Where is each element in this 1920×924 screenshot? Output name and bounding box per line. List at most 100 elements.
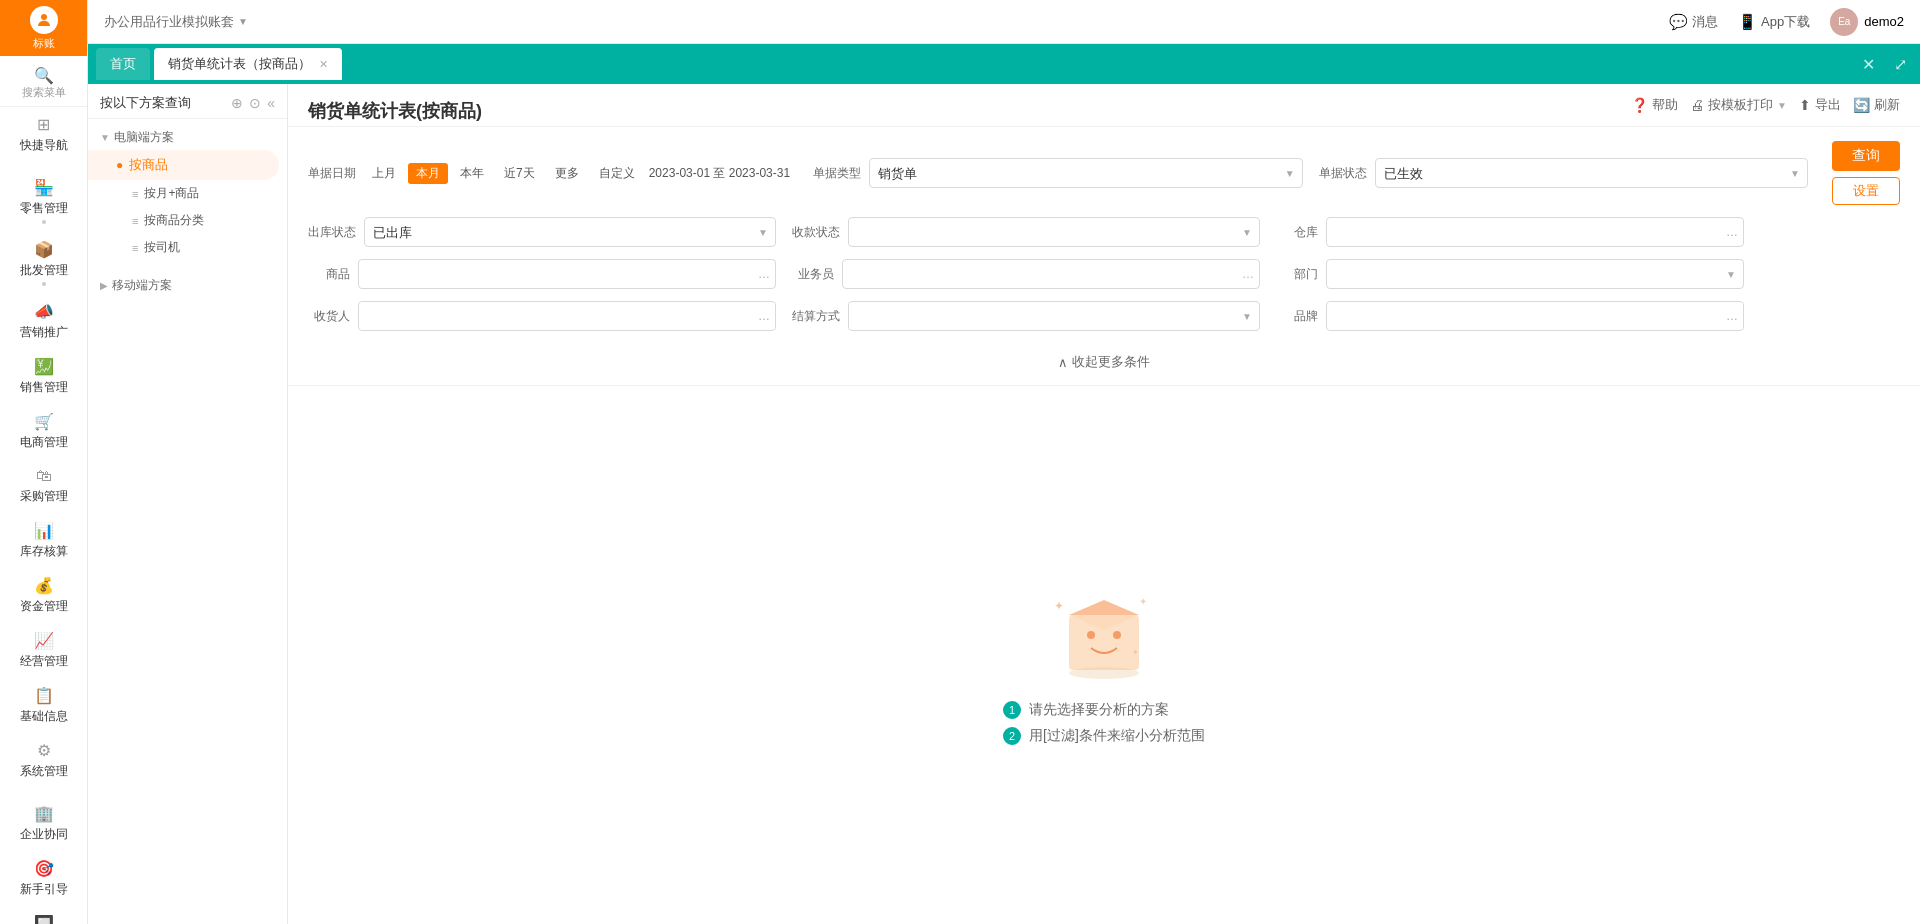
tip-text-1: 请先选择要分析的方案 — [1029, 701, 1169, 719]
tree-node-by-category[interactable]: ≡ 按商品分类 — [88, 207, 279, 234]
filter-row-2: 出库状态 已出库 ▼ 收款状态 — [308, 217, 1900, 247]
date-tab-custom[interactable]: 自定义 — [591, 163, 643, 184]
page-header-actions: ❓ 帮助 🖨 按模板打印 ▼ ⬆ 导出 🔄 刷新 — [1631, 96, 1900, 126]
refresh-icon: 🔄 — [1853, 97, 1870, 113]
filter-row-3: 商品 … 业务员 … 部门 — [308, 259, 1900, 289]
sidebar-item-marketing-label: 营销推广 — [20, 324, 68, 341]
sidebar-item-operation[interactable]: 📈 经营管理 — [0, 623, 87, 678]
sidebar-search[interactable]: 🔍 搜索菜单 — [0, 56, 87, 107]
print-action[interactable]: 🖨 按模板打印 ▼ — [1690, 96, 1787, 114]
window-close-btn[interactable]: ✕ — [1856, 52, 1880, 76]
empty-state: ✦ ✦ ✦ 1 请先选择要分析的方案 2 用[过滤]条件来缩小分析范围 — [288, 386, 1920, 924]
filter-receipt-status: 收款状态 ▼ — [792, 217, 1260, 247]
industry-chevron: ▼ — [238, 16, 248, 27]
user-menu[interactable]: Ea demo2 — [1830, 8, 1904, 36]
edit-scheme-icon[interactable]: ⊙ — [249, 95, 261, 111]
sidebar-item-guide[interactable]: 🎯 新手引导 — [0, 851, 87, 906]
refresh-label: 刷新 — [1874, 96, 1900, 114]
empty-illustration: ✦ ✦ ✦ — [1044, 565, 1164, 685]
message-action[interactable]: 💬 消息 — [1669, 13, 1718, 31]
sidebar-item-wholesale-label: 批发管理 — [20, 262, 68, 279]
node-by-category-icon: ≡ — [132, 215, 138, 227]
salesperson-input[interactable] — [842, 259, 1260, 289]
doc-type-select[interactable]: 销货单 — [869, 158, 1302, 188]
app-logo[interactable]: 标账 — [0, 0, 88, 56]
sidebar-item-quick-nav[interactable]: ⊞ 快捷导航 — [0, 107, 87, 162]
sidebar-item-enterprise[interactable]: 🏢 企业协同 — [0, 796, 87, 851]
desktop-section-label[interactable]: ▼ 电脑端方案 — [88, 125, 287, 150]
doc-status-select[interactable]: 已生效 — [1375, 158, 1808, 188]
date-tab-last-month[interactable]: 上月 — [364, 163, 404, 184]
payment-select[interactable] — [848, 301, 1260, 331]
receipt-status-select[interactable] — [848, 217, 1260, 247]
node-by-month-icon: ≡ — [132, 188, 138, 200]
add-scheme-icon[interactable]: ⊕ — [231, 95, 243, 111]
content-area: 按以下方案查询 ⊕ ⊙ « ▼ 电脑端方案 ● 按商品 ≡ 按月 — [88, 84, 1920, 924]
app-download-action[interactable]: 📱 App下载 — [1738, 13, 1810, 31]
tree-node-by-product[interactable]: ● 按商品 — [88, 150, 279, 180]
left-panel-title: 按以下方案查询 — [100, 94, 191, 112]
tab-home[interactable]: 首页 — [96, 48, 150, 80]
sidebar-item-finance-label: 资金管理 — [20, 598, 68, 615]
sidebar-search-label: 搜索菜单 — [8, 85, 79, 100]
sidebar-item-basic[interactable]: 📋 基础信息 — [0, 678, 87, 733]
sidebar-item-marketing[interactable]: 📣 营销推广 — [0, 294, 87, 349]
sidebar-item-ecommerce[interactable]: 🛒 电商管理 — [0, 404, 87, 459]
receiver-dots-icon[interactable]: … — [758, 309, 770, 323]
sidebar-item-ecommerce-label: 电商管理 — [20, 434, 68, 451]
setting-button[interactable]: 设置 — [1832, 177, 1900, 205]
sidebar-item-retail[interactable]: 🏪 零售管理 — [0, 170, 87, 232]
tree-node-by-month-product[interactable]: ≡ 按月+商品 — [88, 180, 279, 207]
desktop-section: ▼ 电脑端方案 ● 按商品 ≡ 按月+商品 ≡ 按商品分类 ≡ 按司机 — [88, 119, 287, 267]
refresh-action[interactable]: 🔄 刷新 — [1853, 96, 1900, 114]
warehouse-input[interactable] — [1326, 217, 1744, 247]
tip-text-2: 用[过滤]条件来缩小分析范围 — [1029, 727, 1205, 745]
node-by-product-icon: ● — [116, 158, 123, 172]
date-tab-this-month[interactable]: 本月 — [408, 163, 448, 184]
goods-dots-icon[interactable]: … — [758, 267, 770, 281]
query-button[interactable]: 查询 — [1832, 141, 1900, 171]
department-select[interactable] — [1326, 259, 1744, 289]
sidebar-item-appstore[interactable]: 🔲 应用中心 — [0, 906, 87, 924]
salesperson-dots-icon[interactable]: … — [1242, 267, 1254, 281]
topbar-actions: 💬 消息 📱 App下载 Ea demo2 — [1669, 8, 1904, 36]
svg-text:✦: ✦ — [1054, 599, 1064, 613]
sidebar-item-sales[interactable]: 💹 销售管理 — [0, 349, 87, 404]
salesperson-input-wrapper: … — [842, 259, 1260, 289]
out-status-select[interactable]: 已出库 — [364, 217, 776, 247]
brand-dots-icon[interactable]: … — [1726, 309, 1738, 323]
sidebar-item-inventory[interactable]: 📊 库存核算 — [0, 513, 87, 568]
mobile-section-label[interactable]: ▶ 移动端方案 — [88, 273, 287, 298]
help-icon: ❓ — [1631, 97, 1648, 113]
help-action[interactable]: ❓ 帮助 — [1631, 96, 1678, 114]
mobile-chevron-icon: ▶ — [100, 280, 108, 291]
tab-sales-stat-label: 销货单统计表（按商品） — [168, 55, 311, 73]
industry-selector[interactable]: 办公用品行业模拟账套 ▼ — [104, 13, 248, 31]
page-title: 销货单统计表(按商品) — [308, 99, 482, 123]
tab-sales-stat[interactable]: 销货单统计表（按商品） ✕ — [154, 48, 342, 80]
sidebar-item-system[interactable]: ⚙ 系统管理 — [0, 733, 87, 788]
sidebar-item-purchase[interactable]: 🛍 采购管理 — [0, 459, 87, 513]
goods-label: 商品 — [308, 266, 350, 283]
date-tab-more[interactable]: 更多 — [547, 163, 587, 184]
main-area: 办公用品行业模拟账套 ▼ 💬 消息 📱 App下载 Ea demo2 首页 — [88, 0, 1920, 924]
filter-brand: 品牌 … — [1276, 301, 1744, 331]
receiver-label: 收货人 — [308, 308, 350, 325]
date-tab-this-year[interactable]: 本年 — [452, 163, 492, 184]
collapse-button[interactable]: ∧ 收起更多条件 — [1046, 349, 1162, 375]
brand-input[interactable] — [1326, 301, 1744, 331]
message-label: 消息 — [1692, 13, 1718, 31]
warehouse-dots-icon[interactable]: … — [1726, 225, 1738, 239]
sidebar-item-wholesale[interactable]: 📦 批发管理 — [0, 232, 87, 294]
tree-node-by-machine[interactable]: ≡ 按司机 — [88, 234, 279, 261]
sidebar-item-finance[interactable]: 💰 资金管理 — [0, 568, 87, 623]
receiver-input[interactable] — [358, 301, 776, 331]
date-range-display: 2023-03-01 至 2023-03-31 — [649, 165, 790, 182]
goods-input[interactable] — [358, 259, 776, 289]
window-maximize-btn[interactable]: ⤢ — [1888, 52, 1912, 76]
collapse-panel-icon[interactable]: « — [267, 95, 275, 111]
tab-close-icon[interactable]: ✕ — [319, 58, 328, 71]
export-label: 导出 — [1815, 96, 1841, 114]
export-action[interactable]: ⬆ 导出 — [1799, 96, 1841, 114]
date-tab-7days[interactable]: 近7天 — [496, 163, 543, 184]
